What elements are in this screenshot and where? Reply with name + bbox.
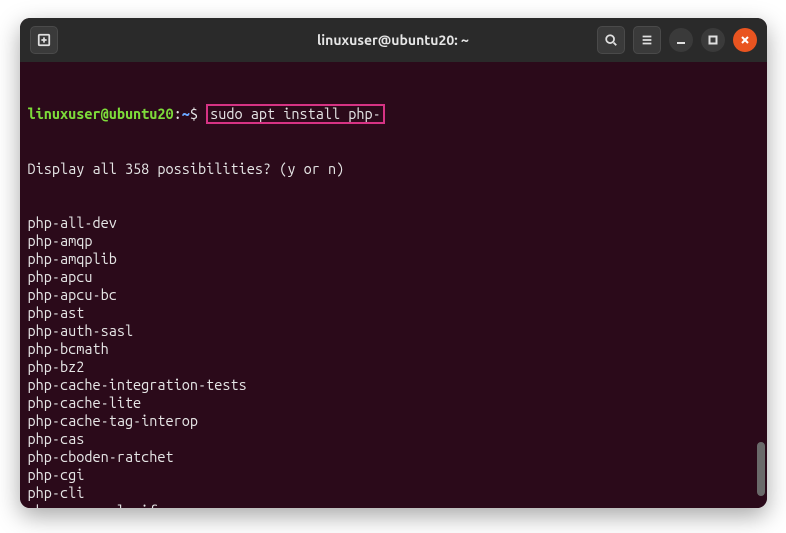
- titlebar: linuxuser@ubuntu20: ~: [20, 18, 767, 62]
- terminal-content: linuxuser@ubuntu20:~$ sudo apt install p…: [28, 68, 767, 508]
- package-item: php-apcu: [28, 268, 767, 286]
- package-item: php-cboden-ratchet: [28, 448, 767, 466]
- package-item: php-amqp: [28, 232, 767, 250]
- minimize-button[interactable]: [669, 28, 693, 52]
- package-item: php-cache-integration-tests: [28, 376, 767, 394]
- terminal-viewport[interactable]: linuxuser@ubuntu20:~$ sudo apt install p…: [20, 62, 767, 508]
- terminal-window: linuxuser@ubuntu20: ~: [20, 18, 767, 508]
- package-item: php-ast: [28, 304, 767, 322]
- confirmation-line: Display all 358 possibilities? (y or n): [28, 160, 767, 178]
- command-highlight: sudo apt install php-: [206, 104, 385, 124]
- package-item: php-apcu-bc: [28, 286, 767, 304]
- package-list: php-all-devphp-amqpphp-amqplibphp-apcuph…: [28, 214, 767, 508]
- search-icon: [604, 33, 618, 47]
- scrollbar-track[interactable]: [757, 62, 765, 508]
- scrollbar-thumb[interactable]: [757, 442, 765, 496]
- minimize-icon: [676, 35, 686, 45]
- package-item: php-amqplib: [28, 250, 767, 268]
- prompt-user-host: linuxuser@ubuntu20: [28, 105, 174, 122]
- new-tab-icon: [37, 33, 51, 47]
- package-item: php-cli: [28, 484, 767, 502]
- hamburger-icon: [640, 33, 654, 47]
- prompt-path: ~: [182, 105, 190, 122]
- package-item: php-auth-sasl: [28, 322, 767, 340]
- package-item: php-cgi: [28, 466, 767, 484]
- package-item: php-bz2: [28, 358, 767, 376]
- package-item: php-cas: [28, 430, 767, 448]
- package-item: php-bcmath: [28, 340, 767, 358]
- package-item: php-cache-tag-interop: [28, 412, 767, 430]
- close-button[interactable]: [733, 28, 757, 52]
- maximize-button[interactable]: [701, 28, 725, 52]
- prompt-separator: :: [174, 105, 182, 122]
- menu-button[interactable]: [633, 26, 661, 54]
- new-tab-button[interactable]: [30, 26, 58, 54]
- maximize-icon: [708, 35, 718, 45]
- titlebar-left: [30, 26, 58, 54]
- package-item: php-all-dev: [28, 214, 767, 232]
- close-icon: [740, 35, 750, 45]
- titlebar-right: [597, 26, 757, 54]
- package-item: php-cache-lite: [28, 394, 767, 412]
- prompt-symbol: $: [190, 105, 198, 122]
- prompt-line: linuxuser@ubuntu20:~$ sudo apt install p…: [28, 104, 767, 124]
- package-item: php-cocur-slugify: [28, 502, 767, 508]
- search-button[interactable]: [597, 26, 625, 54]
